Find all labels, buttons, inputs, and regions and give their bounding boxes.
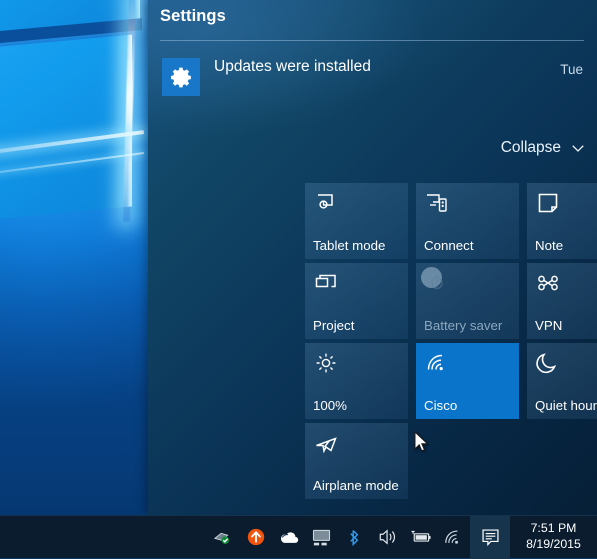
tile-label: Tablet mode	[313, 238, 386, 253]
system-tray: 7:51 PM 8/19/2015	[206, 515, 597, 559]
tile-label: 100%	[313, 398, 348, 413]
tile-label: Quiet hours	[535, 398, 597, 413]
project-icon	[313, 270, 339, 296]
tile-label: Note	[535, 238, 564, 253]
tile-label: Connect	[424, 238, 474, 253]
quick-action-tile-battery-saver[interactable]: Battery saver	[416, 263, 519, 339]
upload-arrow-icon[interactable]	[239, 516, 272, 559]
header-divider	[160, 40, 584, 41]
clock-date: 8/19/2015	[526, 537, 581, 551]
airplane-icon	[313, 430, 339, 456]
taskbar-clock[interactable]: 7:51 PM 8/19/2015	[510, 516, 597, 559]
wifi-icon[interactable]	[437, 516, 470, 559]
wifi-icon	[424, 350, 450, 376]
chevron-down-icon	[572, 145, 584, 152]
quick-action-tile-quiet-hours[interactable]: Quiet hours	[527, 343, 597, 419]
notification-group-header: Settings	[148, 0, 597, 42]
quick-action-tile-wifi[interactable]: Cisco	[416, 343, 519, 419]
quick-action-tile-airplane-mode[interactable]: Airplane mode	[305, 423, 408, 499]
connect-icon	[424, 190, 450, 216]
moon-icon	[535, 350, 561, 376]
network-ethernet-icon[interactable]	[206, 516, 239, 559]
action-center-icon[interactable]	[470, 515, 510, 559]
collapse-label: Collapse	[500, 139, 561, 156]
quick-action-tile-brightness[interactable]: 100%	[305, 343, 408, 419]
quick-action-tile-note[interactable]: Note	[527, 183, 597, 259]
battery-charging-icon[interactable]	[404, 516, 437, 559]
quick-action-tile-connect[interactable]: Connect	[416, 183, 519, 259]
tile-label: Project	[313, 318, 355, 333]
quick-actions-grid: Tablet mode Connect Note Project Battery…	[305, 183, 597, 499]
notification-item[interactable]: Updates were installed Tue	[148, 42, 597, 130]
notification-timestamp: Tue	[560, 62, 583, 77]
battery-saver-icon	[424, 270, 450, 296]
bluetooth-icon[interactable]	[338, 516, 371, 559]
taskbar: 7:51 PM 8/19/2015	[0, 515, 597, 559]
tablet-mode-icon	[313, 190, 339, 216]
tile-label: Cisco	[424, 398, 458, 413]
tile-label: VPN	[535, 318, 563, 333]
volume-speaker-icon[interactable]	[371, 516, 404, 559]
tile-label: Airplane mode	[313, 478, 399, 493]
quick-action-tile-tablet-mode[interactable]: Tablet mode	[305, 183, 408, 259]
onedrive-cloud-icon[interactable]	[272, 516, 305, 559]
quick-action-tile-vpn[interactable]: VPN	[527, 263, 597, 339]
brightness-icon	[313, 350, 339, 376]
monitor-display-icon[interactable]	[305, 516, 338, 559]
clock-time: 7:51 PM	[530, 521, 577, 536]
note-icon	[535, 190, 561, 216]
vpn-icon	[535, 270, 561, 296]
collapse-button[interactable]: Collapse	[501, 139, 587, 157]
quick-action-tile-project[interactable]: Project	[305, 263, 408, 339]
action-center-panel: Settings Updates were installed Tue Coll…	[148, 0, 597, 515]
notification-group-title: Settings	[160, 7, 226, 25]
tile-label: Battery saver	[424, 318, 503, 333]
